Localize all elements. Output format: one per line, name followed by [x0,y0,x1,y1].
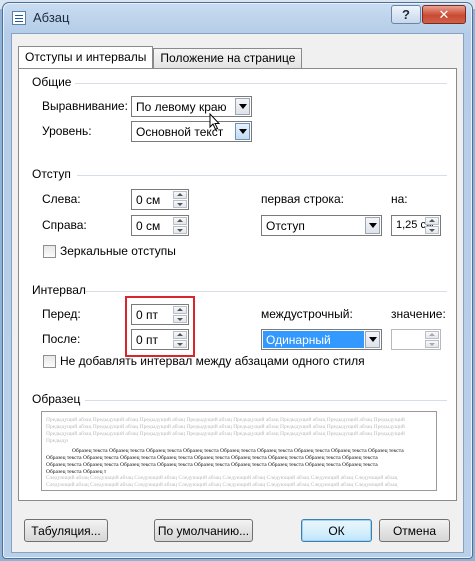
set-default-button-label: По умолчанию... [157,523,250,538]
preview-sample-line: Образец текста Образец текста Образец те… [46,455,378,461]
indent-left-label: Слева: [42,192,81,206]
tab-strip: Отступы и интервалы Положение на страниц… [18,46,303,69]
preview-prev-line: Предыдущий абзац Предыдущий абзац Предыд… [46,431,406,437]
word-document-icon [12,11,26,25]
spacing-heading: Интервал [32,283,90,297]
preview-next-line: Следующий абзац Следующий абзац Следующи… [46,482,398,488]
chevron-down-icon[interactable] [235,98,250,115]
alignment-value: По левому краю [136,100,227,114]
cancel-button-label: Отмена [392,523,437,538]
mirror-indents-label: Зеркальные отступы [60,244,176,258]
chevron-down-icon[interactable] [235,123,250,140]
spin-up-icon[interactable] [425,217,439,225]
paragraph-preview: Предыдущий абзац Предыдущий абзац Предыд… [41,411,437,491]
space-after-label: После: [42,332,81,346]
spin-down-icon[interactable] [425,340,439,348]
alignment-label: Выравнивание: [42,99,128,113]
tab-line-and-page-breaks[interactable]: Положение на странице [153,48,303,69]
preview-prev-line: Предыдущий абзац Предыдущий абзац Предыд… [46,417,406,423]
title-bar: Абзац ? ✕ [3,3,472,33]
paragraph-dialog: Абзац ? ✕ Отступы и интервалы Положение … [2,2,473,559]
preview-prev-line: Предыдущий абзац Предыдущий абзац Предыд… [46,438,68,444]
dialog-title: Абзац [33,10,70,25]
indent-right-label: Справа: [42,218,87,232]
spacing-separator [85,291,447,292]
alignment-dropdown[interactable]: По левому краю [131,96,252,117]
mouse-cursor-icon [209,113,221,131]
preview-sample-line: Образец текста Образец текста Образец те… [46,462,378,468]
line-spacing-label: междустрочный: [261,307,353,321]
tab-indents-and-spacing[interactable]: Отступы и интервалы [18,46,154,68]
indent-left-value: 0 см [136,193,161,207]
indent-right-spinner[interactable]: 0 см [131,215,189,236]
ok-button[interactable]: ОК [301,519,372,542]
line-spacing-value: Одинарный [263,331,364,348]
indent-heading: Отступ [32,167,75,181]
dont-add-space-label: Не добавлять интервал между абзацами одн… [60,354,365,368]
spacing-at-spinner[interactable] [391,329,441,350]
set-default-button[interactable]: По умолчанию... [154,519,253,542]
ok-button-label: ОК [328,523,345,538]
spacing-at-label: значение: [391,307,446,321]
indent-by-spinner[interactable]: 1,25 см [391,215,441,236]
general-separator [75,83,447,84]
help-button[interactable]: ? [391,5,421,24]
spin-up-icon[interactable] [173,217,187,225]
cancel-button[interactable]: Отмена [379,519,450,542]
dialog-client-area: Отступы и интервалы Положение на страниц… [11,33,464,553]
level-label: Уровень: [42,124,92,138]
indent-by-label: на: [391,192,408,206]
preview-next-line: Следующий абзац Следующий абзац Следующи… [46,475,398,481]
spin-up-icon[interactable] [173,191,187,199]
spin-down-icon[interactable] [425,226,439,234]
spin-down-icon[interactable] [173,200,187,208]
first-line-label: первая строка: [261,192,344,206]
close-button[interactable]: ✕ [422,5,466,24]
chevron-down-icon[interactable] [365,217,380,234]
first-line-dropdown[interactable]: Отступ [261,215,382,236]
tabs-button[interactable]: Табуляция... [24,519,108,542]
general-heading: Общие [32,75,76,89]
line-spacing-dropdown[interactable]: Одинарный [261,329,382,350]
preview-prev-line: Предыдущий абзац Предыдущий абзац Предыд… [46,424,406,430]
level-dropdown[interactable]: Основной текст [131,121,252,142]
spin-down-icon[interactable] [173,226,187,234]
tabs-button-label: Табуляция... [31,523,101,538]
first-line-value: Отступ [266,219,305,233]
preview-sample-line: Образец текста Образец текста Образец те… [72,448,404,454]
dont-add-space-checkbox[interactable] [43,355,56,368]
indent-right-value: 0 см [136,219,161,233]
tab-panel: Общие Выравнивание: По левому краю Урове… [18,68,457,501]
indent-left-spinner[interactable]: 0 см [131,189,189,210]
preview-heading: Образец [32,392,85,406]
red-highlight-frame [125,296,195,357]
spin-up-icon[interactable] [425,331,439,339]
indent-separator [77,175,447,176]
mirror-indents-checkbox[interactable] [43,245,56,258]
space-before-label: Перед: [42,307,81,321]
chevron-down-icon[interactable] [365,331,380,348]
preview-separator [85,400,447,401]
